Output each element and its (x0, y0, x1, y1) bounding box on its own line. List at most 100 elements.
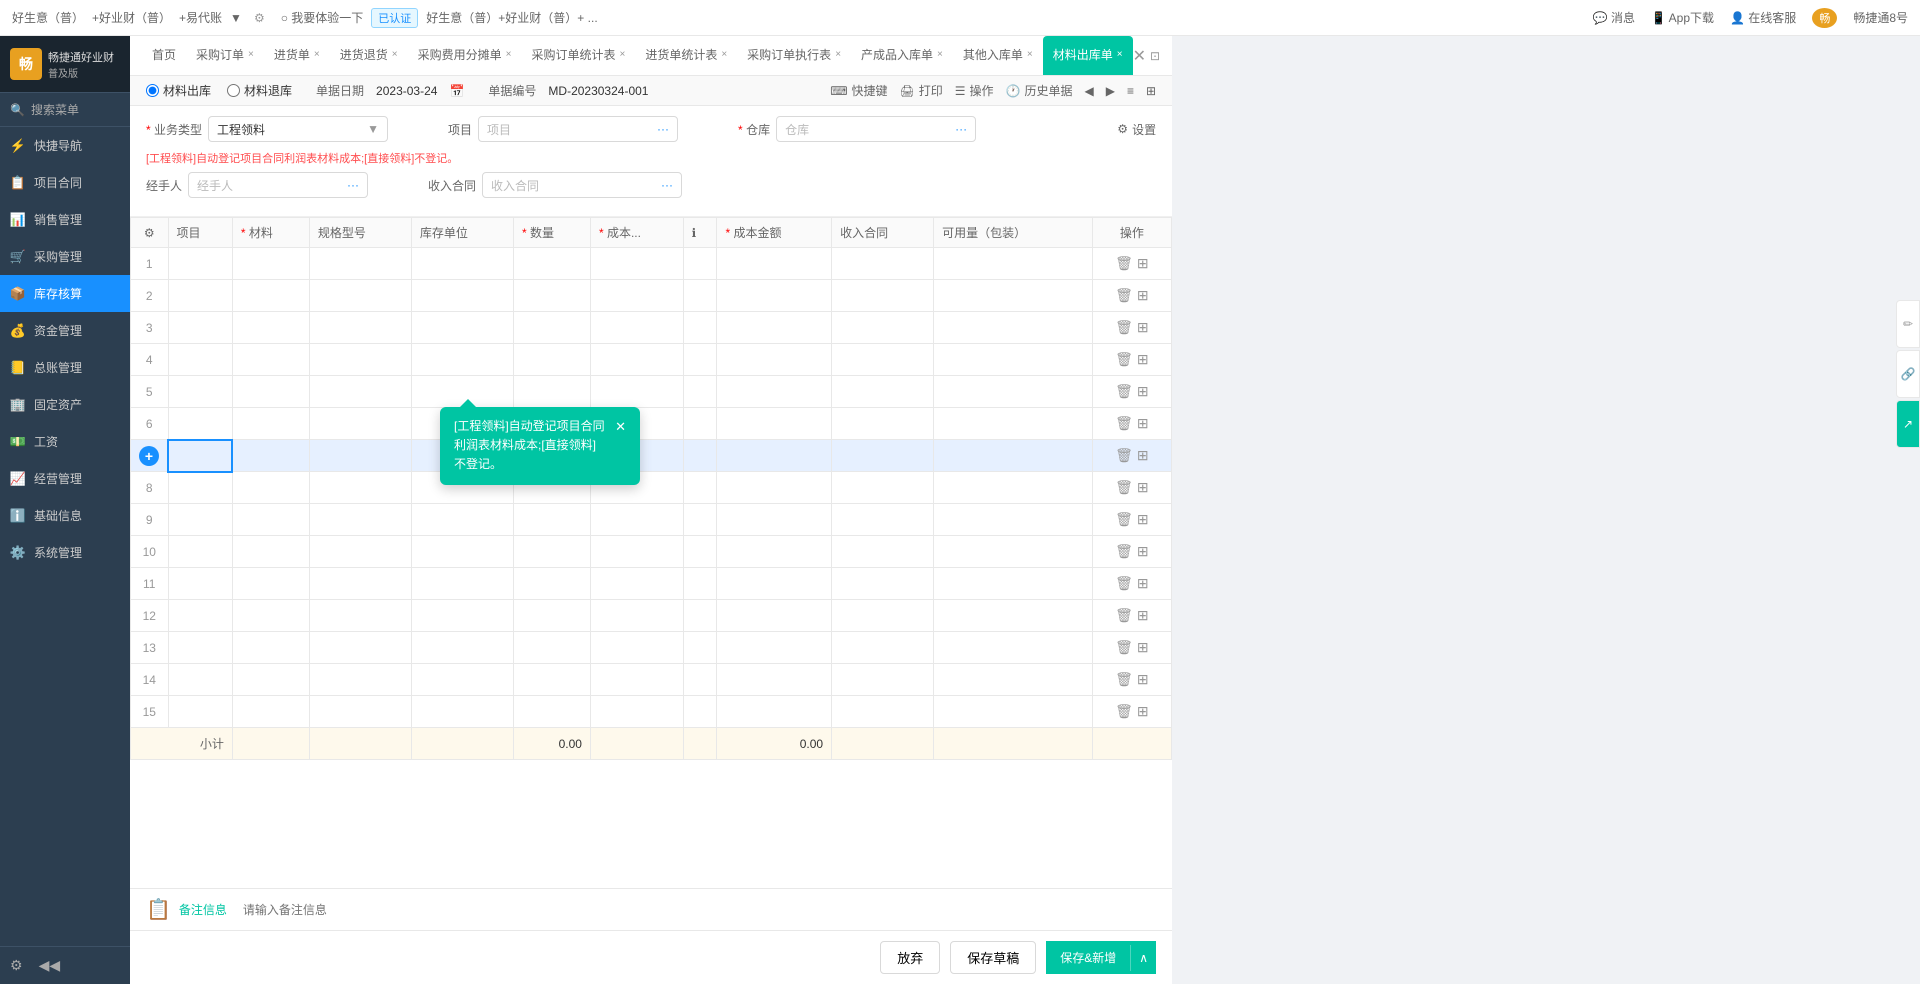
experience-btn[interactable]: ○ 我要体验一下 (281, 9, 364, 26)
copy-btn[interactable]: ⊞ (1137, 703, 1149, 720)
row-1-material[interactable] (232, 248, 309, 280)
delete-btn[interactable]: 🗑 (1115, 383, 1133, 400)
sidebar-item-operations[interactable]: 📈 经营管理 (0, 460, 130, 497)
radio-material-return[interactable]: 材料退库 (227, 82, 292, 99)
row-1-cost-amount[interactable] (717, 248, 832, 280)
tab-purchase-order-close[interactable]: × (248, 49, 254, 60)
right-panel-edit-btn[interactable]: ✏ (1896, 300, 1920, 348)
right-panel-link-btn[interactable]: 🔗 (1896, 350, 1920, 398)
sidebar-item-project[interactable]: 📋 项目合同 (0, 164, 130, 201)
tab-product-in[interactable]: 产成品入库单 × (851, 36, 953, 76)
row-1-quantity[interactable] (513, 248, 590, 280)
sidebar-item-basic[interactable]: ℹ️ 基础信息 (0, 497, 130, 534)
shortcuts-btn[interactable]: ⌨ 快捷键 (830, 82, 887, 99)
collapse-icon[interactable]: ◀◀ (39, 957, 61, 974)
delete-btn[interactable]: 🗑 (1115, 511, 1133, 528)
tab-purchase-stat-close[interactable]: × (619, 49, 625, 60)
tab-material-out[interactable]: 材料出库单 × (1043, 36, 1133, 76)
row-1-delete-btn[interactable]: 🗑 (1115, 255, 1133, 272)
message-btn[interactable]: 💬 消息 (1593, 9, 1635, 26)
nav-next-btn[interactable]: ▶ (1106, 84, 1115, 98)
sidebar-item-purchase[interactable]: 🛒 采购管理 (0, 238, 130, 275)
copy-btn[interactable]: ⊞ (1137, 351, 1149, 368)
tab-purchase-stat[interactable]: 采购订单统计表 × (521, 36, 635, 76)
history-btn[interactable]: 🕐 历史单据 (1006, 82, 1073, 99)
delete-btn[interactable]: 🗑 (1115, 479, 1133, 496)
close-tab-btn[interactable]: ✕ (1133, 46, 1146, 66)
delete-btn[interactable]: 🗑 (1115, 671, 1133, 688)
tab-purchase-expense-close[interactable]: × (506, 49, 512, 60)
tab-home[interactable]: 首页 (142, 36, 186, 76)
tab-inbound[interactable]: 进货单 × (264, 36, 330, 76)
close-all-tabs-btn[interactable]: ⊡ (1150, 49, 1160, 63)
row-1-copy-btn[interactable]: ⊞ (1137, 255, 1149, 272)
save-draft-btn[interactable]: 保存草稿 (950, 941, 1036, 974)
income-contract-select[interactable]: 收入合同 ··· (482, 172, 682, 198)
calendar-icon[interactable]: 📅 (449, 84, 464, 98)
tab-inbound-stat[interactable]: 进货单统计表 × (635, 36, 737, 76)
copy-btn[interactable]: ⊞ (1137, 671, 1149, 688)
tab-inbound-close[interactable]: × (314, 49, 320, 60)
delete-btn[interactable]: 🗑 (1115, 319, 1133, 336)
row-1-available[interactable] (934, 248, 1093, 280)
discard-btn[interactable]: 放弃 (880, 941, 940, 974)
delete-btn[interactable]: 🗑 (1115, 415, 1133, 432)
sidebar-item-payroll[interactable]: 💵 工资 (0, 423, 130, 460)
copy-btn[interactable]: ⊞ (1137, 383, 1149, 400)
copy-btn[interactable]: ⊞ (1137, 543, 1149, 560)
delete-btn[interactable]: 🗑 (1115, 703, 1133, 720)
settings-btn-form[interactable]: ⚙ 设置 (1117, 121, 1156, 138)
warehouse-select[interactable]: 仓库 ··· (776, 116, 976, 142)
delete-btn[interactable]: 🗑 (1115, 575, 1133, 592)
biz-type-select[interactable]: 工程领料 ▼ (208, 116, 388, 142)
row-1-cost-price[interactable] (590, 248, 683, 280)
copy-btn[interactable]: ⊞ (1137, 415, 1149, 432)
tab-purchase-exec-close[interactable]: × (835, 49, 841, 60)
notes-input[interactable] (243, 903, 1156, 917)
tab-other-in-close[interactable]: × (1027, 49, 1033, 60)
nav-good-finance[interactable]: +好业财（普） (92, 9, 171, 26)
active-row-col1[interactable] (168, 440, 232, 472)
online-service-btn[interactable]: 👤 在线客服 (1730, 9, 1796, 26)
project-dots-icon[interactable]: ··· (657, 122, 669, 136)
income-contract-dots-icon[interactable]: ··· (661, 178, 673, 192)
handler-dots-icon[interactable]: ··· (347, 178, 359, 192)
copy-btn[interactable]: ⊞ (1137, 575, 1149, 592)
view-list-btn[interactable]: ≡ (1127, 84, 1134, 98)
handler-select[interactable]: 经手人 ··· (188, 172, 368, 198)
active-row-col2[interactable] (232, 440, 309, 472)
sidebar-item-system[interactable]: ⚙️ 系统管理 (0, 534, 130, 571)
copy-btn[interactable]: ⊞ (1137, 511, 1149, 528)
add-row-btn[interactable]: + (139, 446, 159, 466)
save-new-arrow-btn[interactable]: ∧ (1130, 945, 1156, 971)
delete-btn[interactable]: 🗑 (1115, 639, 1133, 656)
col-settings[interactable]: ⚙ (131, 218, 169, 248)
delete-btn[interactable]: 🗑 (1115, 447, 1133, 464)
save-new-main-btn[interactable]: 保存&新增 (1046, 943, 1130, 972)
settings-btn[interactable]: ⚙ (254, 11, 265, 25)
copy-btn[interactable]: ⊞ (1137, 287, 1149, 304)
print-btn[interactable]: 🖨 打印 (900, 82, 943, 99)
nav-agency[interactable]: +易代账 (179, 9, 222, 26)
row-1-spec[interactable] (309, 248, 411, 280)
user-avatar[interactable]: 畅 (1812, 8, 1837, 28)
copy-btn[interactable]: ⊞ (1137, 319, 1149, 336)
tab-inbound-stat-close[interactable]: × (721, 49, 727, 60)
right-panel-green-btn[interactable]: ↗ (1896, 400, 1920, 448)
copy-btn[interactable]: ⊞ (1137, 479, 1149, 496)
tab-inbound-return-close[interactable]: × (392, 49, 398, 60)
row-1-income-contract[interactable] (832, 248, 934, 280)
nav-prev-btn[interactable]: ◀ (1085, 84, 1094, 98)
delete-btn[interactable]: 🗑 (1115, 543, 1133, 560)
sidebar-item-accounting[interactable]: 📒 总账管理 (0, 349, 130, 386)
tab-purchase-expense[interactable]: 采购费用分摊单 × (408, 36, 522, 76)
row-1-unit[interactable] (411, 248, 513, 280)
delete-btn[interactable]: 🗑 (1115, 351, 1133, 368)
project-select[interactable]: 项目 ··· (478, 116, 678, 142)
sidebar-item-finance[interactable]: 💰 资金管理 (0, 312, 130, 349)
operations-btn[interactable]: ☰ 操作 (955, 82, 994, 99)
delete-btn[interactable]: 🗑 (1115, 607, 1133, 624)
copy-btn[interactable]: ⊞ (1137, 607, 1149, 624)
nav-more[interactable]: ▼ (230, 11, 242, 25)
sidebar-item-inventory[interactable]: 📦 库存核算 (0, 275, 130, 312)
